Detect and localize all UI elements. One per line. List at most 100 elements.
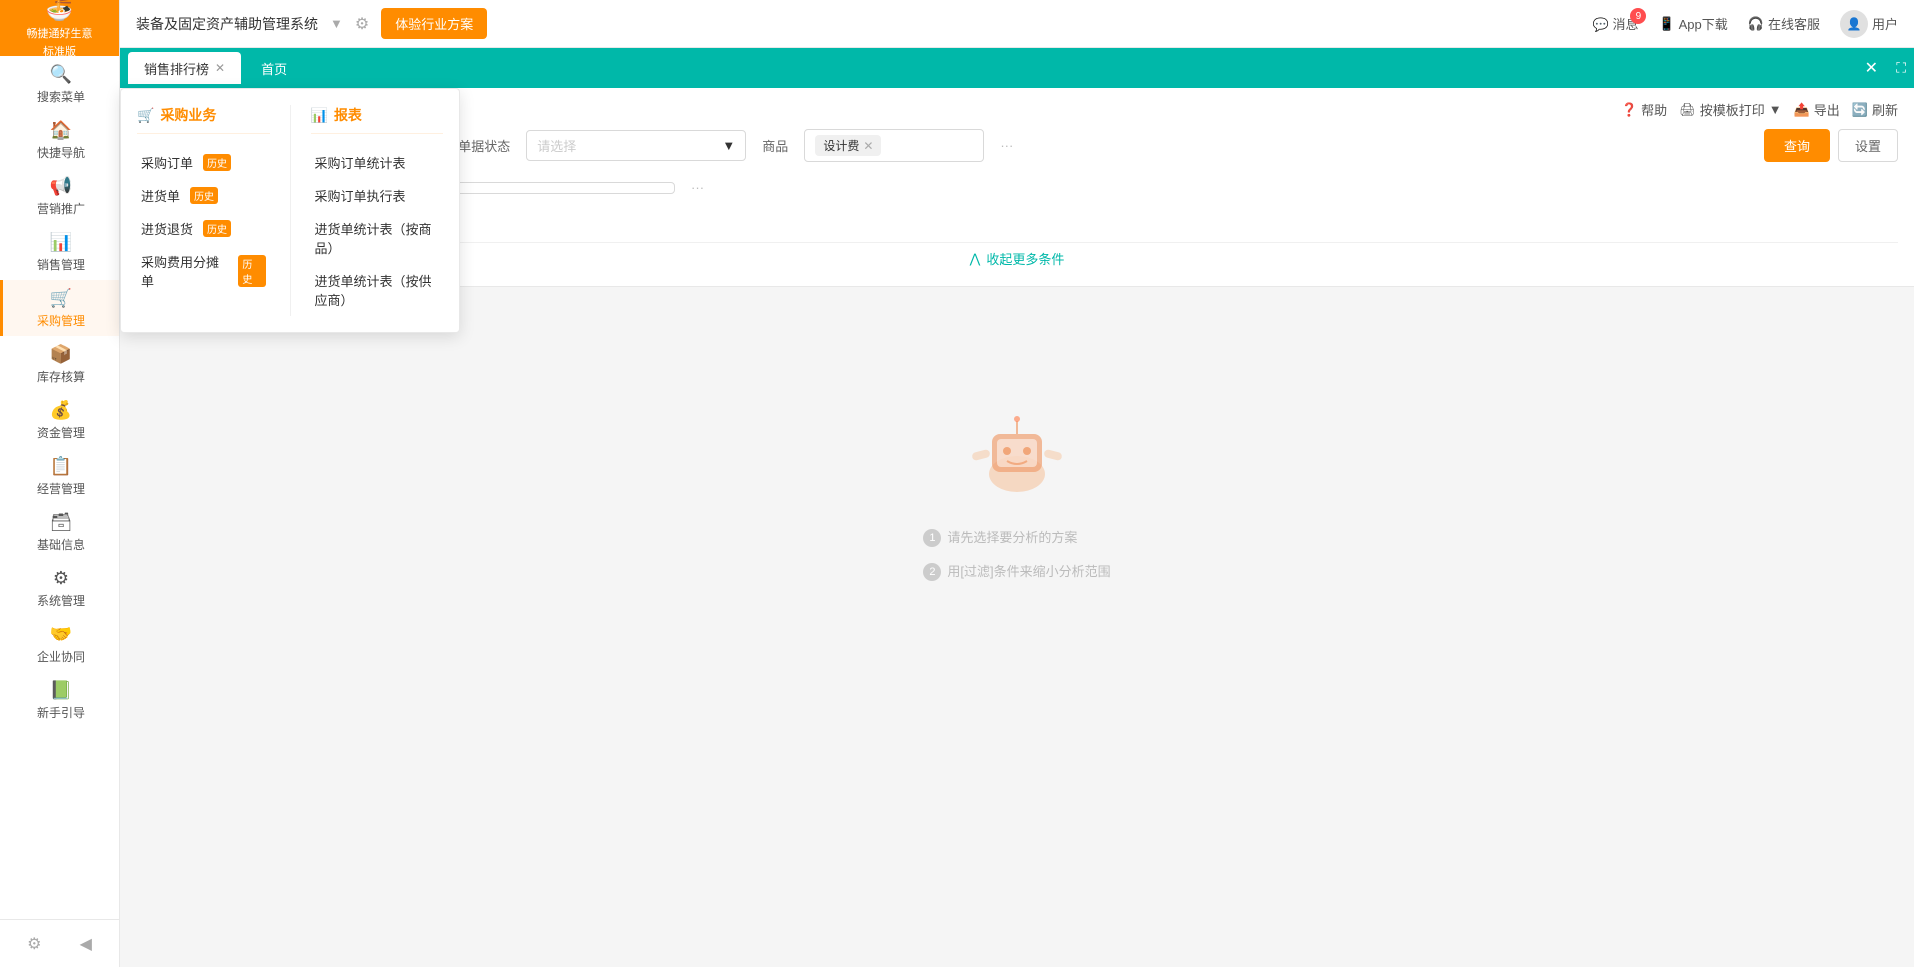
purchase-item-label-2: 进货退货 — [141, 219, 193, 238]
sidebar-item-basic[interactable]: 🗃 基础信息 — [0, 504, 119, 560]
tabbar: 销售排行榜✕首页 ✕ ⛶ — [120, 48, 1914, 88]
topbar: 装备及固定资产辅助管理系统 ▼ ⚙ 体验行业方案 💬 消息 9 📱 App下载 … — [120, 0, 1914, 48]
export-btn[interactable]: 📤 导出 — [1794, 100, 1840, 119]
export-icon: 📤 — [1794, 102, 1810, 118]
system-dropdown-icon[interactable]: ▼ — [330, 16, 343, 31]
marketing-label: 营销推广 — [37, 200, 85, 217]
tabbar-expand-btn[interactable]: ⛶ — [1896, 60, 1906, 77]
print-btn[interactable]: 🖨 按模板打印 ▼ — [1679, 100, 1781, 119]
purchase-dropdown-menu: 🛒 采购业务 采购订单历史进货单历史进货退货历史采购费用分摊单历史 📊 报表 采… — [120, 88, 460, 333]
online-service-label: 在线客服 — [1768, 14, 1820, 33]
report-menu-item-2[interactable]: 进货单统计表（按商品） — [311, 212, 444, 264]
sidebar-item-marketing[interactable]: 📢 营销推广 — [0, 168, 119, 224]
report-section-label: 报表 — [334, 105, 362, 125]
online-service-icon: 🎧 — [1748, 16, 1764, 32]
user-label: 用户 — [1872, 14, 1898, 33]
export-label: 导出 — [1814, 100, 1840, 119]
user-btn[interactable]: 👤 用户 — [1840, 10, 1898, 38]
goods-tag-close-icon[interactable]: ✕ — [863, 139, 873, 153]
sidebar: 🍜 畅捷通好生意 标准版 🔍 搜索菜单 🏠 快捷导航 📢 营销推广 📊 销售管理… — [0, 0, 120, 967]
app-download-icon: 📱 — [1658, 16, 1674, 32]
settings-footer-icon[interactable]: ⚙ — [27, 934, 41, 954]
tab-close-sales-rank[interactable]: ✕ — [215, 61, 225, 75]
setting-btn[interactable]: 设置 — [1838, 129, 1898, 162]
purchase-label: 采购管理 — [37, 312, 85, 329]
tabbar-close-btn[interactable]: ✕ — [1865, 58, 1878, 78]
step2-text: 用[过滤]条件来缩小分析范围 — [947, 559, 1110, 585]
user-avatar: 👤 — [1840, 10, 1868, 38]
goods-tag-label: 设计费 — [823, 137, 859, 154]
report-item-label-1: 采购订单执行表 — [315, 186, 406, 205]
online-service-btn[interactable]: 🎧 在线客服 — [1748, 14, 1820, 33]
print-dropdown-icon[interactable]: ▼ — [1769, 102, 1782, 117]
report-item-label-2: 进货单统计表（按商品） — [315, 219, 440, 257]
quick-label: 快捷导航 — [37, 144, 85, 161]
purchase-item-label-3: 采购费用分摊单 — [141, 252, 228, 290]
salesman-filter-select[interactable] — [455, 182, 675, 194]
empty-text: 1 请先选择要分析的方案 2 用[过滤]条件来缩小分析范围 — [923, 525, 1110, 585]
tab-sales-rank[interactable]: 销售排行榜✕ — [128, 52, 241, 84]
message-icon: 💬 — [1593, 17, 1609, 32]
tab-home[interactable]: 首页 — [245, 52, 303, 84]
step1-text: 请先选择要分析的方案 — [947, 525, 1077, 551]
inventory-icon: 📦 — [50, 344, 72, 365]
help-btn[interactable]: ❓ 帮助 — [1621, 100, 1667, 119]
sidebar-item-finance[interactable]: 💰 资金管理 — [0, 392, 119, 448]
search-label: 搜索菜单 — [37, 88, 85, 105]
goods-filter-label: 商品 — [762, 136, 788, 155]
finance-icon: 💰 — [50, 400, 72, 421]
step2-num: 2 — [923, 563, 941, 581]
query-btn[interactable]: 查询 — [1764, 129, 1830, 162]
system-setting-icon[interactable]: ⚙ — [355, 14, 369, 34]
message-btn[interactable]: 💬 消息 9 — [1593, 14, 1639, 33]
purchase-icon: 🛒 — [50, 288, 72, 309]
purchase-menu-item-1[interactable]: 进货单历史 — [137, 179, 270, 212]
purchase-item-label-0: 采购订单 — [141, 153, 193, 172]
refresh-label: 刷新 — [1872, 100, 1898, 119]
industry-btn[interactable]: 体验行业方案 — [381, 8, 487, 39]
purchase-menu-items: 采购订单历史进货单历史进货退货历史采购费用分摊单历史 — [137, 146, 270, 297]
salesman-filter-more-dots[interactable]: ··· — [691, 180, 704, 195]
status-filter-label: 单据状态 — [458, 136, 510, 155]
filter-actions: 查询 设置 — [1764, 129, 1898, 162]
app-download-label: App下载 — [1679, 14, 1728, 33]
report-menu-item-0[interactable]: 采购订单统计表 — [311, 146, 444, 179]
empty-state: 1 请先选择要分析的方案 2 用[过滤]条件来缩小分析范围 — [120, 287, 1914, 687]
collapse-sidebar-icon[interactable]: ◀ — [80, 934, 92, 954]
guide-label: 新手引导 — [37, 704, 85, 721]
status-dropdown-icon: ▼ — [722, 138, 735, 153]
report-menu-item-1[interactable]: 采购订单执行表 — [311, 179, 444, 212]
purchase-item-badge-3: 历史 — [238, 255, 265, 287]
sidebar-item-search[interactable]: 🔍 搜索菜单 — [0, 56, 119, 112]
purchase-menu-item-2[interactable]: 进货退货历史 — [137, 212, 270, 245]
sidebar-menu: 🔍 搜索菜单 🏠 快捷导航 📢 营销推广 📊 销售管理 🛒 采购管理 📦 库存核… — [0, 56, 119, 919]
sidebar-item-enterprise[interactable]: 🤝 企业协同 — [0, 616, 119, 672]
notification-badge: 9 — [1630, 8, 1646, 24]
sidebar-item-guide[interactable]: 📗 新手引导 — [0, 672, 119, 728]
purchase-menu-item-3[interactable]: 采购费用分摊单历史 — [137, 245, 270, 297]
sidebar-item-sales[interactable]: 📊 销售管理 — [0, 224, 119, 280]
sidebar-item-system[interactable]: ⚙ 系统管理 — [0, 560, 119, 616]
sidebar-item-operations[interactable]: 📋 经营管理 — [0, 448, 119, 504]
logo-text: 畅捷通好生意 — [27, 25, 93, 41]
goods-filter-select[interactable]: 设计费 ✕ — [804, 129, 984, 162]
status-filter-select[interactable]: 请选择 ▼ — [526, 130, 746, 161]
sidebar-item-purchase[interactable]: 🛒 采购管理 — [0, 280, 119, 336]
quick-icon: 🏠 — [50, 120, 72, 141]
topbar-right: 💬 消息 9 📱 App下载 🎧 在线客服 👤 用户 — [1593, 10, 1898, 38]
report-menu-item-3[interactable]: 进货单统计表（按供应商） — [311, 264, 444, 316]
operations-label: 经营管理 — [37, 480, 85, 497]
report-item-label-0: 采购订单统计表 — [315, 153, 406, 172]
goods-filter-more-dots[interactable]: ··· — [1000, 138, 1013, 153]
report-menu-items: 采购订单统计表采购订单执行表进货单统计表（按商品） 进货单统计表（按供应商） — [311, 146, 444, 316]
enterprise-label: 企业协同 — [37, 648, 85, 665]
sidebar-item-quick[interactable]: 🏠 快捷导航 — [0, 112, 119, 168]
print-icon: 🖨 — [1679, 102, 1696, 118]
report-section: 📊 报表 采购订单统计表采购订单执行表进货单统计表（按商品）进货单统计表（按供应… — [311, 105, 444, 316]
purchase-menu-item-0[interactable]: 采购订单历史 — [137, 146, 270, 179]
purchase-section-title: 🛒 采购业务 — [137, 105, 270, 134]
purchase-item-badge-2: 历史 — [203, 220, 231, 237]
app-download-btn[interactable]: 📱 App下载 — [1658, 14, 1727, 33]
refresh-btn[interactable]: 🔄 刷新 — [1852, 100, 1898, 119]
sidebar-item-inventory[interactable]: 📦 库存核算 — [0, 336, 119, 392]
